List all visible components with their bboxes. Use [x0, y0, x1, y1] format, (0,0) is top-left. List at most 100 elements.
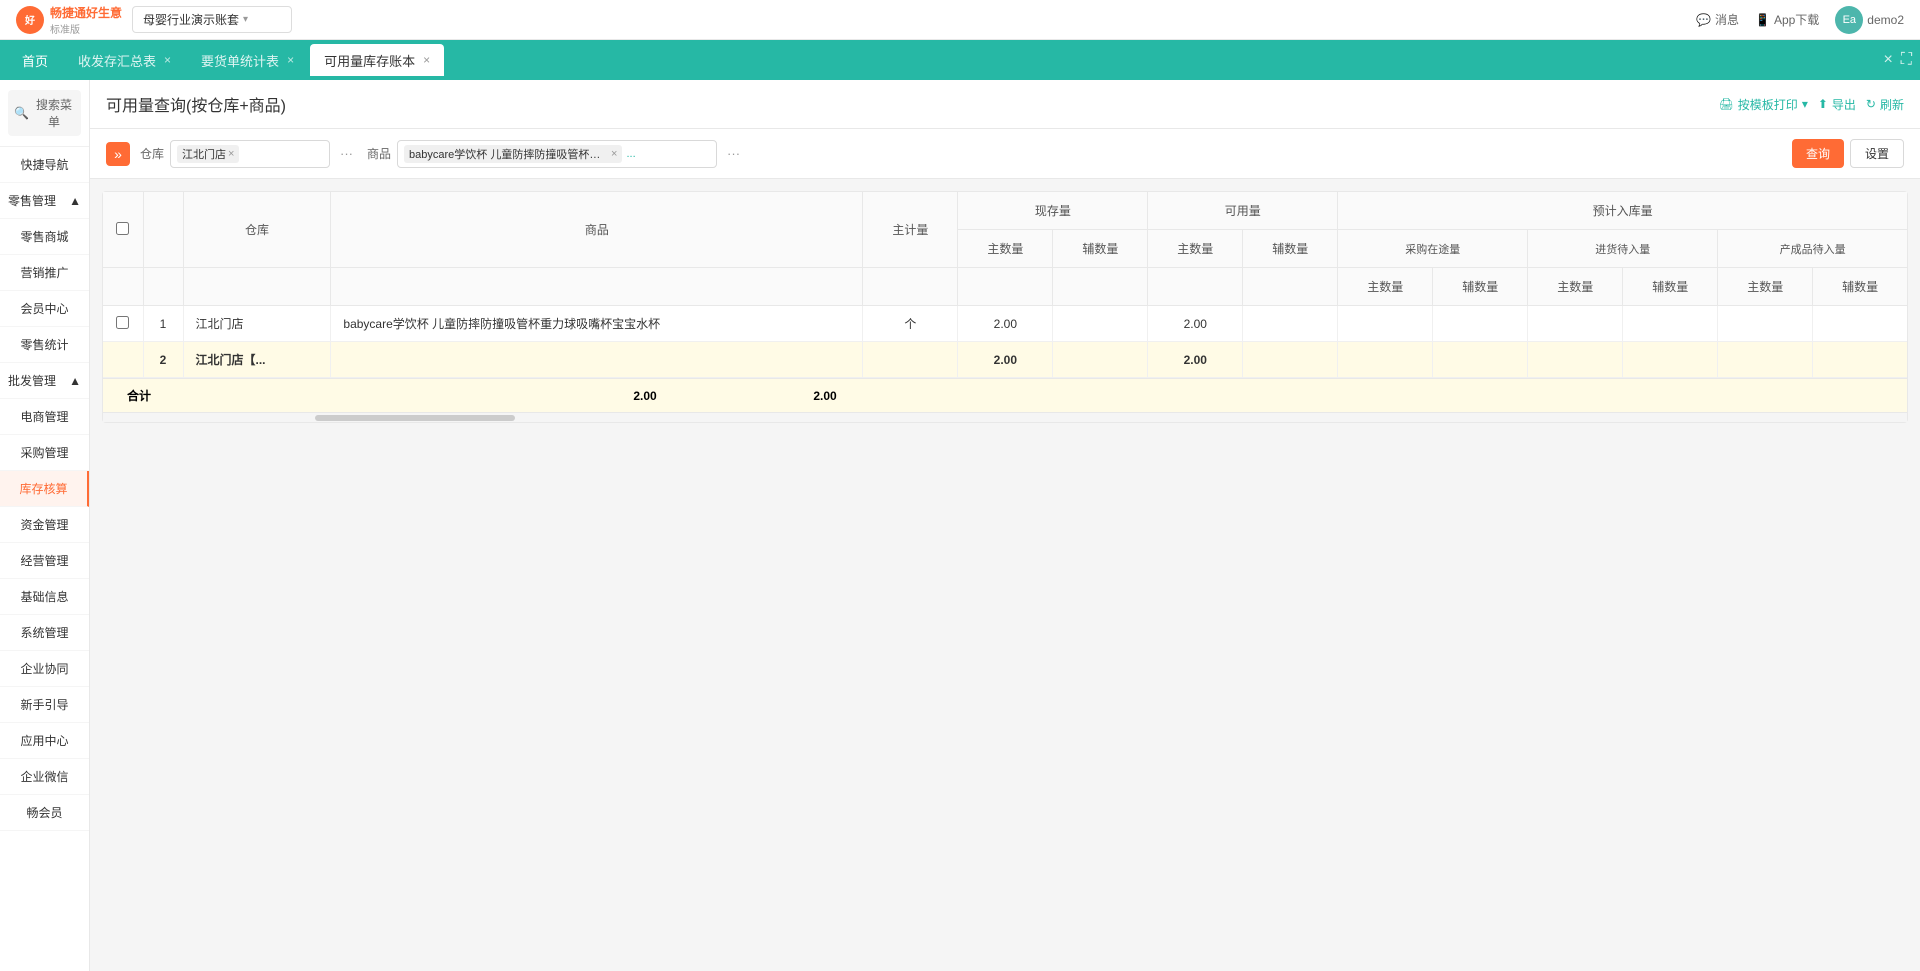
td-product: babycare学饮杯 儿童防摔防撞吸管杯重力球吸嘴杯宝宝水杯	[331, 306, 863, 342]
tab-available-stock[interactable]: 可用量库存账本 ×	[310, 44, 444, 76]
filter-expand-btn[interactable]: »	[106, 142, 130, 166]
export-icon: ⬆	[1818, 97, 1828, 111]
product-more-icon[interactable]: ···	[723, 146, 744, 161]
th-production-main: 主数量	[1718, 268, 1813, 306]
td-production-aux-sub	[1813, 342, 1907, 378]
remove-product-tag-0-icon[interactable]: ×	[611, 148, 617, 160]
th-forecast-group: 预计入库量	[1338, 192, 1907, 230]
product-tag-0: babycare学饮杯 儿童防摔防撞吸管杯重力球吸嘴杯宝宝水杯 ×	[404, 145, 622, 163]
td-num: 1	[143, 306, 183, 342]
store-name: 母婴行业演示账套	[143, 11, 239, 28]
expand-icon: ▲	[69, 194, 81, 208]
refresh-btn[interactable]: ↻ 刷新	[1866, 96, 1904, 113]
message-icon: 💬	[1696, 13, 1711, 27]
sidebar-item-member[interactable]: 会员中心	[0, 291, 89, 327]
tab-home[interactable]: 首页	[8, 51, 62, 70]
table-container: 仓库 商品 主计量 现存量 可用量 预计入库量 主数量 辅数量 主数量	[90, 179, 1920, 971]
td-stock-main: 2.00	[958, 306, 1053, 342]
close-all-icon[interactable]: ×	[1883, 51, 1892, 69]
footer-available-main: 2.00	[775, 389, 875, 403]
table-footer: 合计 2.00 2.00	[103, 378, 1907, 412]
message-btn[interactable]: 💬 消息	[1696, 11, 1739, 28]
tab-nav: 首页 收发存汇总表 × 要货单统计表 × 可用量库存账本 × × ⛶	[0, 40, 1920, 80]
sidebar-item-enterprise[interactable]: 企业协同	[0, 651, 89, 687]
th-purchase-aux: 辅数量	[1433, 268, 1528, 306]
td-warehouse-sub: 江北门店【...	[183, 342, 331, 378]
sidebar-item-ecommerce[interactable]: 电商管理	[0, 399, 89, 435]
product-tag-more[interactable]: ...	[626, 148, 635, 160]
td-checkbox[interactable]	[103, 306, 143, 342]
sidebar-item-purchase[interactable]: 采购管理	[0, 435, 89, 471]
th-stock-main: 主数量	[958, 230, 1053, 268]
td-checkbox-sub	[103, 342, 143, 378]
fullscreen-icon[interactable]: ⛶	[1901, 51, 1912, 69]
sidebar-item-retail-stats[interactable]: 零售统计	[0, 327, 89, 363]
td-unit: 个	[863, 306, 958, 342]
tab-close-icon[interactable]: ×	[423, 53, 430, 67]
export-btn[interactable]: ⬆ 导出	[1818, 96, 1856, 113]
top-bar-left: 好 畅捷通好生意 标准版 母婴行业演示账套 ▾	[16, 4, 292, 36]
print-btn[interactable]: 🖨 按模板打印 ▾	[1719, 96, 1808, 113]
horizontal-scrollbar[interactable]	[315, 415, 515, 421]
table-scroll[interactable]: 仓库 商品 主计量 现存量 可用量 预计入库量 主数量 辅数量 主数量	[103, 192, 1907, 378]
sidebar-item-basic-info[interactable]: 基础信息	[0, 579, 89, 615]
filter-bar: » 仓库 江北门店 × ··· 商品 babycare学饮杯 儿童防摔防撞吸管杯…	[90, 129, 1920, 179]
tab-label: 收发存汇总表	[78, 51, 156, 70]
settings-btn[interactable]: 设置	[1850, 139, 1904, 168]
sidebar-item-sys-mgmt[interactable]: 系统管理	[0, 615, 89, 651]
footer-stock-main: 2.00	[595, 389, 695, 403]
store-selector[interactable]: 母婴行业演示账套 ▾	[132, 6, 292, 33]
query-btn[interactable]: 查询	[1792, 139, 1844, 168]
td-stock-aux	[1053, 306, 1148, 342]
main-layout: 🔍 搜索菜单 快捷导航 零售管理▲ 零售商城 营销推广 会员中心 零售统计 批发…	[0, 80, 1920, 971]
warehouse-more-icon[interactable]: ···	[336, 146, 357, 161]
remove-warehouse-tag-icon[interactable]: ×	[228, 148, 234, 160]
sidebar-item-marketing[interactable]: 营销推广	[0, 255, 89, 291]
table-row-subtotal: 2 江北门店【... 2.00 2.00	[103, 342, 1907, 378]
tab-close-icon[interactable]: ×	[287, 53, 294, 67]
tab-receipt-summary[interactable]: 收发存汇总表 ×	[64, 44, 185, 76]
logo: 好 畅捷通好生意 标准版	[16, 4, 122, 36]
th-stock-aux: 辅数量	[1053, 230, 1148, 268]
scrollbar-area	[103, 412, 1907, 422]
row-checkbox[interactable]	[116, 316, 129, 329]
table-header-row-1: 仓库 商品 主计量 现存量 可用量 预计入库量	[103, 192, 1907, 230]
select-all-checkbox[interactable]	[116, 222, 129, 235]
sidebar-item-quick-nav[interactable]: 快捷导航	[0, 147, 89, 183]
td-purchase-main-sub	[1338, 342, 1433, 378]
app-download-btn[interactable]: 📱 App下载	[1755, 11, 1819, 28]
sidebar-item-member2[interactable]: 畅会员	[0, 795, 89, 831]
tab-close-icon[interactable]: ×	[164, 53, 171, 67]
td-purchase-aux	[1433, 306, 1528, 342]
dropdown-arrow-icon: ▾	[1802, 97, 1808, 111]
product-tag-container[interactable]: babycare学饮杯 儿童防摔防撞吸管杯重力球吸嘴杯宝宝水杯 × ...	[397, 140, 717, 168]
th-available-main: 主数量	[1148, 230, 1243, 268]
user-avatar: Ea	[1835, 6, 1863, 34]
expand-icon: ▲	[69, 374, 81, 388]
sidebar-item-inventory[interactable]: 库存核算	[0, 471, 89, 507]
sidebar-item-wholesale-mgmt[interactable]: 批发管理▲	[0, 363, 89, 399]
warehouse-tag-container[interactable]: 江北门店 ×	[170, 140, 330, 168]
sidebar-item-retail-store[interactable]: 零售商城	[0, 219, 89, 255]
tab-label: 可用量库存账本	[324, 51, 415, 70]
td-available-main-sub: 2.00	[1148, 342, 1243, 378]
user-area[interactable]: Ea demo2	[1835, 6, 1904, 34]
sidebar-item-retail-mgmt[interactable]: 零售管理▲	[0, 183, 89, 219]
td-available-aux-sub	[1243, 342, 1338, 378]
th-stock-group: 现存量	[958, 192, 1148, 230]
td-stock-main-sub: 2.00	[958, 342, 1053, 378]
tab-label: 要货单统计表	[201, 51, 279, 70]
tab-order-stats[interactable]: 要货单统计表 ×	[187, 44, 308, 76]
td-inbound-main	[1528, 306, 1623, 342]
sidebar-item-operations[interactable]: 经营管理	[0, 543, 89, 579]
print-icon: 🖨	[1719, 97, 1734, 111]
search-menu-btn[interactable]: 🔍 搜索菜单	[8, 90, 81, 136]
th-unit: 主计量	[863, 192, 958, 268]
th-available-aux: 辅数量	[1243, 230, 1338, 268]
sidebar-item-enterprise-wechat[interactable]: 企业微信	[0, 759, 89, 795]
sidebar-item-new-guide[interactable]: 新手引导	[0, 687, 89, 723]
sidebar-item-finance[interactable]: 资金管理	[0, 507, 89, 543]
sidebar-search: 🔍 搜索菜单	[0, 80, 89, 147]
th-empty-1	[103, 268, 143, 306]
sidebar-item-app-center[interactable]: 应用中心	[0, 723, 89, 759]
